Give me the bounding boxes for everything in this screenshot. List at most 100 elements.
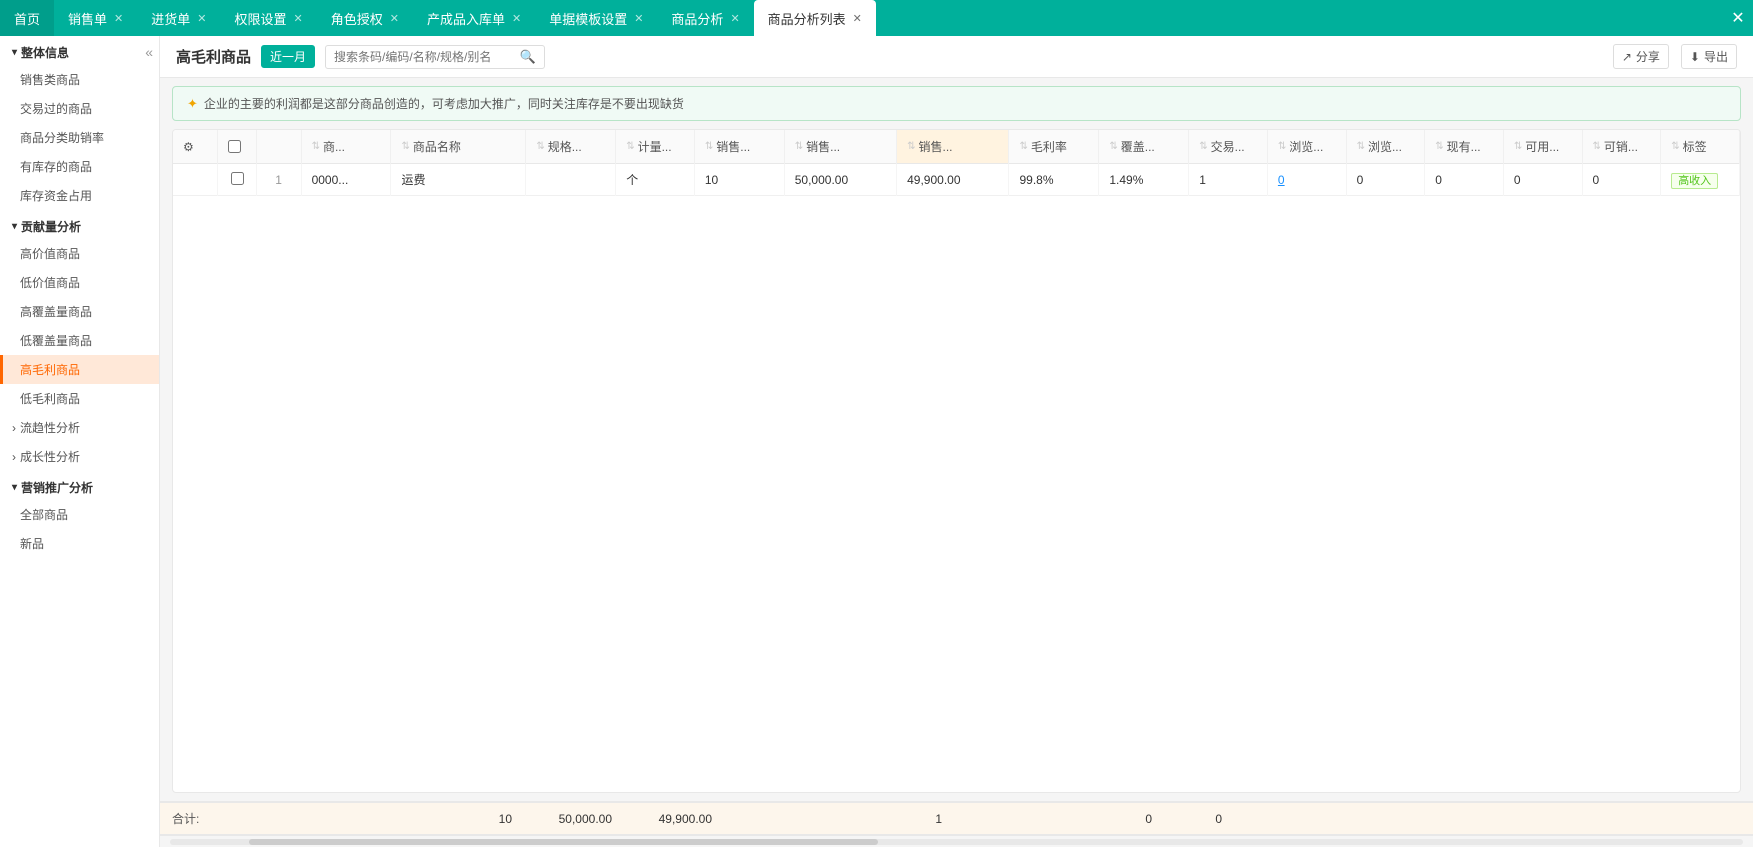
data-table: ⚙ ⇅商... ⇅商品名称 ⇅规格... [173, 130, 1740, 196]
page-title: 高毛利商品 [176, 46, 251, 67]
sidebar-item-high-margin[interactable]: 高毛利商品 [0, 355, 159, 384]
sidebar-group-contribution[interactable]: ▾ 贡献量分析 [0, 210, 159, 239]
sidebar-item-category-rate[interactable]: 商品分类助销率 [0, 123, 159, 152]
th-browse2[interactable]: ⇅浏览... [1346, 130, 1425, 164]
close-analysis-tab[interactable]: ✕ [730, 12, 739, 25]
arrow-down-icon-2: ▾ [12, 221, 17, 232]
cell-code: 0000... [301, 164, 391, 196]
tag-badge-high-income: 高收入 [1671, 173, 1718, 189]
cell-sales-profit: 49,900.00 [897, 164, 1009, 196]
sort-icon-3: ⇅ [536, 141, 544, 152]
close-permission-tab[interactable]: ✕ [294, 12, 303, 25]
th-tag[interactable]: ⇅标签 [1661, 130, 1740, 164]
sidebar-item-low-margin[interactable]: 低毛利商品 [0, 384, 159, 413]
scrollbar-thumb[interactable] [249, 839, 878, 845]
horizontal-scrollbar[interactable] [160, 835, 1753, 847]
nav-item-purchase[interactable]: 进货单 ✕ [137, 0, 220, 36]
time-filter-recent-month[interactable]: 近一月 [261, 45, 315, 68]
nav-item-role[interactable]: 角色授权 ✕ [317, 0, 413, 36]
sort-icon-4: ⇅ [626, 141, 634, 152]
sidebar-group-growth[interactable]: › 成长性分析 [0, 442, 159, 471]
close-role-tab[interactable]: ✕ [390, 12, 399, 25]
sidebar-group-trend[interactable]: › 流趋性分析 [0, 413, 159, 442]
cell-checkbox[interactable] [218, 164, 256, 196]
th-stock-available[interactable]: ⇅可用... [1503, 130, 1582, 164]
sort-icon-5: ⇅ [705, 141, 713, 152]
nav-item-home[interactable]: 首页 [0, 0, 54, 36]
nav-item-template[interactable]: 单据模板设置 ✕ [535, 0, 657, 36]
nav-item-analysis[interactable]: 商品分析 ✕ [657, 0, 753, 36]
search-input[interactable] [334, 50, 520, 64]
header-actions: ↗ 分享 ⬇ 导出 [1613, 44, 1737, 69]
sidebar-item-new-goods[interactable]: 新品 [0, 529, 159, 558]
close-purchase-tab[interactable]: ✕ [197, 12, 206, 25]
sidebar-item-stock-capital[interactable]: 库存资金占用 [0, 181, 159, 210]
cell-sales-amount: 50,000.00 [784, 164, 896, 196]
cell-spec [526, 164, 616, 196]
sidebar-item-stock-goods[interactable]: 有库存的商品 [0, 152, 159, 181]
th-unit[interactable]: ⇅计量... [616, 130, 695, 164]
sidebar-group-overall[interactable]: ▾ 整体信息 [0, 36, 159, 65]
sidebar-item-high-value[interactable]: 高价值商品 [0, 239, 159, 268]
sidebar-item-traded-goods[interactable]: 交易过的商品 [0, 94, 159, 123]
th-num [256, 130, 301, 164]
sidebar-item-high-coverage[interactable]: 高覆盖量商品 [0, 297, 159, 326]
total-sales-amount: 50,000.00 [522, 812, 622, 826]
arrow-right-icon: › [12, 421, 16, 435]
th-margin-rate[interactable]: ⇅毛利率 [1009, 130, 1099, 164]
select-all-checkbox[interactable] [228, 140, 241, 153]
close-template-tab[interactable]: ✕ [634, 12, 643, 25]
th-name[interactable]: ⇅商品名称 [391, 130, 526, 164]
sidebar-collapse-button[interactable]: « [145, 44, 153, 60]
export-button[interactable]: ⬇ 导出 [1681, 44, 1737, 69]
cell-browse2: 0 [1346, 164, 1425, 196]
sort-icon-2: ⇅ [401, 141, 409, 152]
close-analysis-list-tab[interactable]: ✕ [853, 12, 862, 25]
sort-icon-15: ⇅ [1593, 141, 1601, 152]
cell-stock-available: 0 [1503, 164, 1582, 196]
sidebar-item-low-coverage[interactable]: 低覆盖量商品 [0, 326, 159, 355]
sort-icon: ⇅ [312, 141, 320, 152]
sort-icon-10: ⇅ [1199, 141, 1207, 152]
nav-item-permission[interactable]: 权限设置 ✕ [220, 0, 316, 36]
th-spec[interactable]: ⇅规格... [526, 130, 616, 164]
sidebar-group-marketing[interactable]: ▾ 营销推广分析 [0, 471, 159, 500]
total-stock-available: 0 [1162, 812, 1232, 826]
th-transaction[interactable]: ⇅交易... [1189, 130, 1268, 164]
th-settings[interactable]: ⚙ [173, 130, 218, 164]
nav-item-sales[interactable]: 销售单 ✕ [54, 0, 137, 36]
sidebar-item-all-goods[interactable]: 全部商品 [0, 500, 159, 529]
th-browse1[interactable]: ⇅浏览... [1267, 130, 1346, 164]
th-stock-sell[interactable]: ⇅可销... [1582, 130, 1661, 164]
content-area: 高毛利商品 近一月 🔍 ↗ 分享 ⬇ 导出 ✦ 企业的主要的利润都是这部分商品创… [160, 36, 1753, 847]
th-sales-amount[interactable]: ⇅销售... [784, 130, 896, 164]
close-all-tabs[interactable]: ✕ [1723, 0, 1753, 36]
sort-icon-8: ⇅ [1019, 141, 1027, 152]
close-sales-tab[interactable]: ✕ [114, 12, 123, 25]
sort-icon-13: ⇅ [1435, 141, 1443, 152]
sort-icon-14: ⇅ [1514, 141, 1522, 152]
th-coverage[interactable]: ⇅覆盖... [1099, 130, 1189, 164]
close-production-tab[interactable]: ✕ [512, 12, 521, 25]
th-code[interactable]: ⇅商... [301, 130, 391, 164]
sidebar-item-low-value[interactable]: 低价值商品 [0, 268, 159, 297]
cell-browse1[interactable]: 0 [1267, 164, 1346, 196]
nav-item-analysis-list[interactable]: 商品分析列表 ✕ [754, 0, 876, 36]
search-icon[interactable]: 🔍 [520, 49, 536, 65]
total-sales-qty: 10 [452, 812, 522, 826]
nav-item-production[interactable]: 产成品入库单 ✕ [413, 0, 535, 36]
sort-icon-11: ⇅ [1278, 141, 1286, 152]
th-checkbox[interactable] [218, 130, 256, 164]
row-checkbox[interactable] [231, 172, 244, 185]
th-sales-profit[interactable]: ⇅销售... [897, 130, 1009, 164]
total-label: 合计: [172, 810, 452, 827]
th-stock-current[interactable]: ⇅现有... [1425, 130, 1504, 164]
main-layout: « ▾ 整体信息 销售类商品 交易过的商品 商品分类助销率 有库存的商品 库存资… [0, 36, 1753, 847]
export-icon: ⬇ [1690, 50, 1700, 64]
sidebar-item-sales-goods[interactable]: 销售类商品 [0, 65, 159, 94]
arrow-down-icon: ▾ [12, 47, 17, 58]
share-button[interactable]: ↗ 分享 [1613, 44, 1669, 69]
sort-icon-6: ⇅ [795, 141, 803, 152]
th-sales-qty[interactable]: ⇅销售... [694, 130, 784, 164]
cell-name: 运费 [391, 164, 526, 196]
